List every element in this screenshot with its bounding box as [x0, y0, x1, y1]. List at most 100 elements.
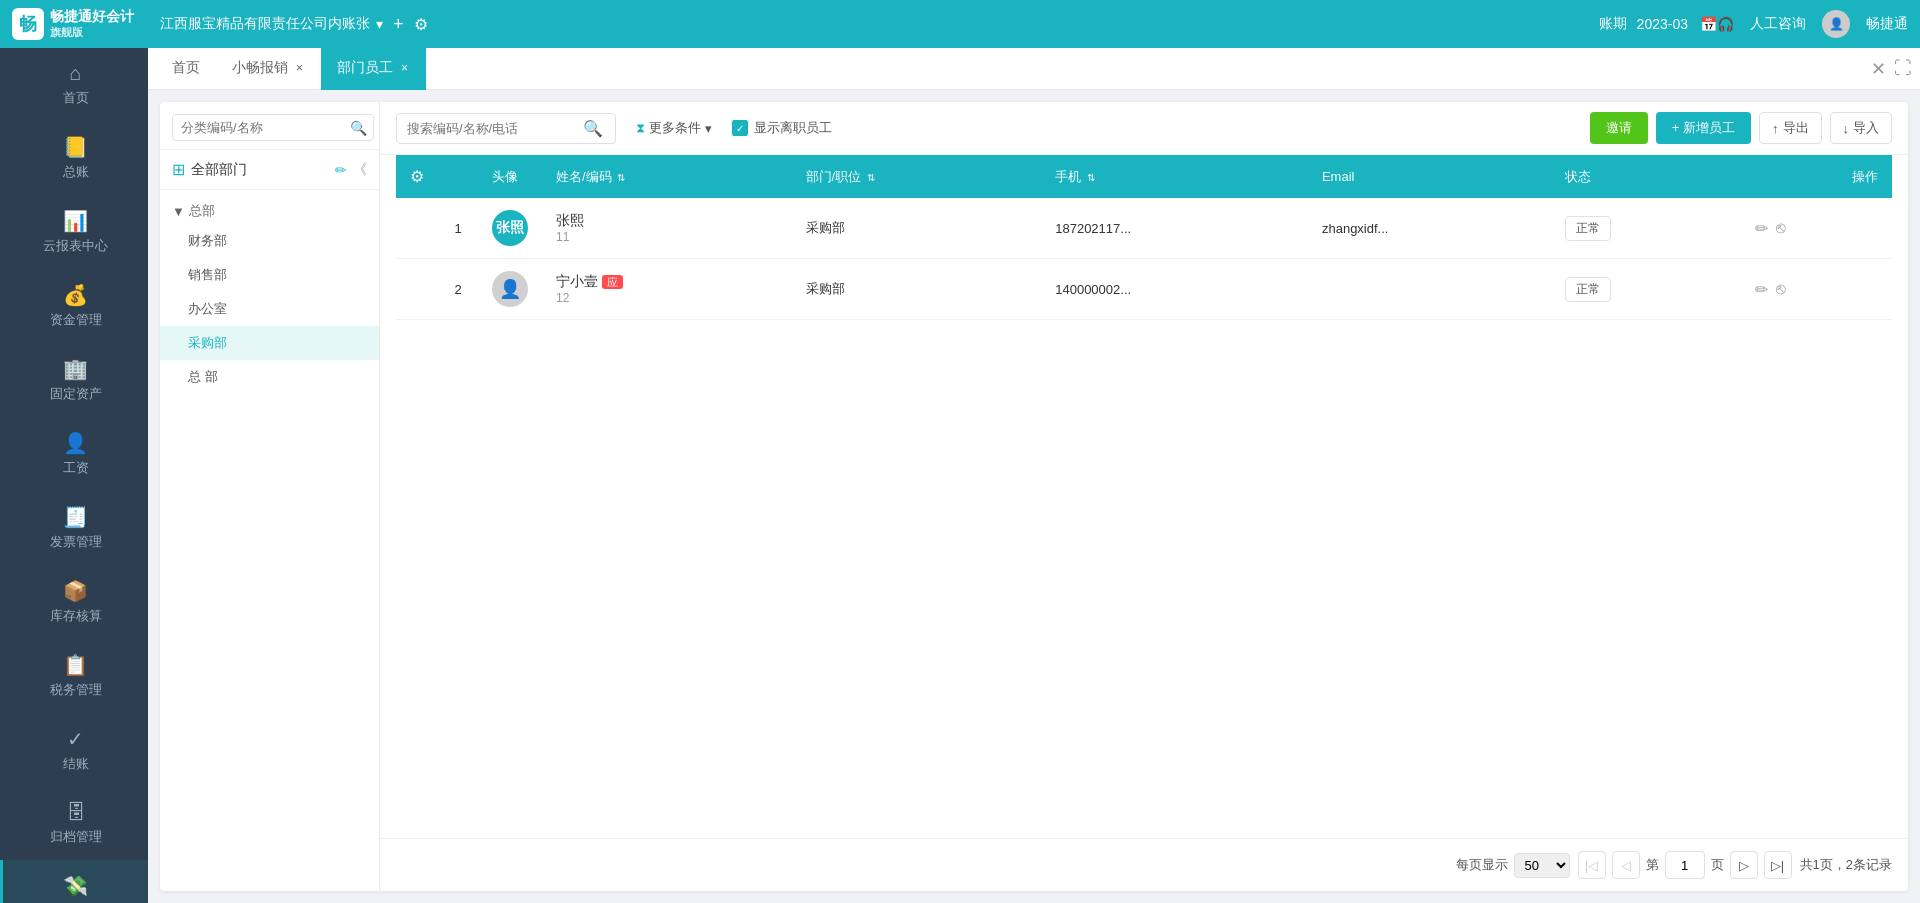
- table-row: 1 张照 张熙 11 采购部 187202117... zhangxidf...…: [396, 198, 1892, 259]
- status-badge: 正常: [1565, 277, 1611, 302]
- logout-icon[interactable]: ⎋: [1776, 280, 1786, 298]
- sidebar-item-general-ledger[interactable]: 📒 总账: [0, 121, 148, 195]
- row-avatar-cell: 👤: [478, 259, 542, 320]
- action-btns: ✏ ⎋: [1755, 219, 1878, 238]
- settings-icon[interactable]: ⚙: [414, 15, 428, 34]
- sidebar-item-fixed-assets[interactable]: 🏢 固定资产: [0, 343, 148, 417]
- dept-search-icon[interactable]: 🔍: [350, 120, 367, 136]
- close-tab-icon[interactable]: ✕: [1871, 58, 1886, 80]
- filter-icon: ⧗: [636, 120, 645, 136]
- period-selector[interactable]: 账期 2023-03 📅: [1599, 15, 1717, 33]
- emp-search-icon[interactable]: 🔍: [583, 119, 603, 138]
- checkout-icon: ✓: [67, 727, 84, 751]
- sidebar-item-label-checkout: 结账: [63, 755, 89, 773]
- general-ledger-icon: 📒: [63, 135, 88, 159]
- sidebar-item-label-funds: 资金管理: [50, 311, 102, 329]
- dept-item-xiaoshou[interactable]: 销售部: [160, 258, 379, 292]
- emp-name: 宁小壹应: [556, 273, 778, 291]
- all-depts-header[interactable]: ⊞ 全部部门 ✏ 《: [160, 150, 379, 190]
- sidebar-item-archive[interactable]: 🗄 归档管理: [0, 787, 148, 860]
- sidebar-item-payroll[interactable]: 👤 工资: [0, 417, 148, 491]
- company-dropdown-icon[interactable]: ▾: [376, 16, 383, 32]
- toolbar-right: 邀请 + 新增员工 ↑ 导出 ↓ 导入: [1590, 112, 1892, 144]
- invite-btn[interactable]: 邀请: [1590, 112, 1648, 144]
- export-btn[interactable]: ↑ 导出: [1759, 112, 1822, 144]
- last-page-btn[interactable]: ▷|: [1764, 851, 1792, 879]
- per-page-select[interactable]: 50 10 20 100: [1514, 853, 1570, 878]
- export-icon: ↑: [1772, 121, 1779, 136]
- sidebar-item-funds[interactable]: 💰 资金管理: [0, 269, 148, 343]
- expand-icon[interactable]: ⛶: [1894, 58, 1912, 79]
- tab-xiaochang-close[interactable]: ×: [294, 59, 305, 77]
- sidebar-item-label-home: 首页: [63, 89, 89, 107]
- sort-phone-icon: ⇅: [1087, 172, 1095, 183]
- dept-group-zongbu[interactable]: ▼ 总部: [160, 194, 379, 224]
- col-phone[interactable]: 手机 ⇅: [1041, 155, 1308, 198]
- col-name-code[interactable]: 姓名/编码 ⇅: [542, 155, 792, 198]
- dept-item-zongbu2[interactable]: 总 部: [160, 360, 379, 394]
- first-page-btn[interactable]: |◁: [1578, 851, 1606, 879]
- filter-dropdown-icon: ▾: [705, 121, 712, 136]
- add-company-icon[interactable]: +: [393, 14, 404, 35]
- dept-collapse-icon[interactable]: 《: [353, 161, 367, 179]
- dept-search-input[interactable]: [172, 114, 374, 141]
- dept-item-bangong[interactable]: 办公室: [160, 292, 379, 326]
- funds-icon: 💰: [63, 283, 88, 307]
- tab-dept-emp[interactable]: 部门员工 ×: [321, 48, 426, 90]
- status-badge: 正常: [1565, 216, 1611, 241]
- sidebar-item-reports[interactable]: 📊 云报表中心: [0, 195, 148, 269]
- filter-btn[interactable]: ⧗ 更多条件 ▾: [628, 114, 720, 142]
- all-depts-icon: ⊞: [172, 160, 185, 179]
- dept-edit-icon[interactable]: ✏: [335, 162, 347, 178]
- edit-icon[interactable]: ✏: [1755, 280, 1768, 299]
- tab-dept-emp-close[interactable]: ×: [399, 59, 410, 77]
- logout-icon[interactable]: ⎋: [1776, 219, 1786, 237]
- sidebar-item-home[interactable]: ⌂ 首页: [0, 48, 148, 121]
- tab-dept-emp-label: 部门员工: [337, 59, 393, 77]
- col-actions: 操作: [1741, 155, 1892, 198]
- payroll-icon: 👤: [63, 431, 88, 455]
- show-left-checkbox[interactable]: ✓ 显示离职员工: [732, 119, 832, 137]
- emp-toolbar: 🔍 ⧗ 更多条件 ▾ ✓ 显示离职员工 邀请: [380, 102, 1908, 155]
- emp-search-input[interactable]: [407, 121, 577, 136]
- emp-right: 🔍 ⧗ 更多条件 ▾ ✓ 显示离职员工 邀请: [380, 102, 1908, 891]
- tab-home[interactable]: 首页: [156, 48, 216, 90]
- user-avatar[interactable]: 👤: [1822, 10, 1850, 38]
- sidebar-item-xiaochang[interactable]: 💸 小畅报销: [0, 860, 148, 903]
- tab-xiaochang-label: 小畅报销: [232, 59, 288, 77]
- edit-icon[interactable]: ✏: [1755, 219, 1768, 238]
- sidebar: ⌂ 首页 📒 总账 📊 云报表中心 💰 资金管理 🏢 固定资产 👤 工资 🧾 发…: [0, 48, 148, 903]
- per-page-label: 每页显示: [1456, 856, 1508, 874]
- xiaochang-icon: 💸: [63, 874, 88, 898]
- row-status-cell: 正常: [1551, 259, 1741, 320]
- service-label[interactable]: 人工咨询: [1750, 15, 1806, 33]
- sidebar-item-checkout[interactable]: ✓ 结账: [0, 713, 148, 787]
- tab-xiaochang[interactable]: 小畅报销 ×: [216, 48, 321, 90]
- sort-dept-icon: ⇅: [867, 172, 875, 183]
- company-selector[interactable]: 江西服宝精品有限责任公司内账张 ▾ + ⚙: [160, 14, 1583, 35]
- prev-page-btn[interactable]: ◁: [1612, 851, 1640, 879]
- sidebar-item-label-invoice: 发票管理: [50, 533, 102, 551]
- add-emp-btn[interactable]: + 新增员工: [1656, 112, 1751, 144]
- col-settings-icon: ⚙: [410, 168, 424, 185]
- next-page-btn[interactable]: ▷: [1730, 851, 1758, 879]
- col-dept-pos[interactable]: 部门/职位 ⇅: [792, 155, 1042, 198]
- page-content: 🔍 ⊞ 全部部门 ✏ 《 ▼ 总部 财务部: [148, 90, 1920, 903]
- dept-item-caiwu[interactable]: 财务部: [160, 224, 379, 258]
- col-settings[interactable]: ⚙: [396, 155, 438, 198]
- dept-item-caigou[interactable]: 采购部: [160, 326, 379, 360]
- pagination: 每页显示 50 10 20 100 |◁ ◁ 第: [380, 838, 1908, 891]
- tax-icon: 📋: [63, 653, 88, 677]
- sidebar-item-inventory[interactable]: 📦 库存核算: [0, 565, 148, 639]
- dept-panel: 🔍 ⊞ 全部部门 ✏ 《 ▼ 总部 财务部: [160, 102, 380, 891]
- import-label: 导入: [1853, 119, 1879, 137]
- import-btn[interactable]: ↓ 导入: [1830, 112, 1893, 144]
- emp-name: 张熙: [556, 212, 778, 230]
- sidebar-item-invoice[interactable]: 🧾 发票管理: [0, 491, 148, 565]
- calendar-icon[interactable]: 📅: [1700, 16, 1717, 32]
- dept-expand-icon: ▼: [172, 204, 185, 219]
- page-input[interactable]: [1665, 851, 1705, 879]
- row-dept-cell: 采购部: [792, 198, 1042, 259]
- sidebar-item-tax[interactable]: 📋 税务管理: [0, 639, 148, 713]
- all-depts-label: 全部部门: [191, 161, 329, 179]
